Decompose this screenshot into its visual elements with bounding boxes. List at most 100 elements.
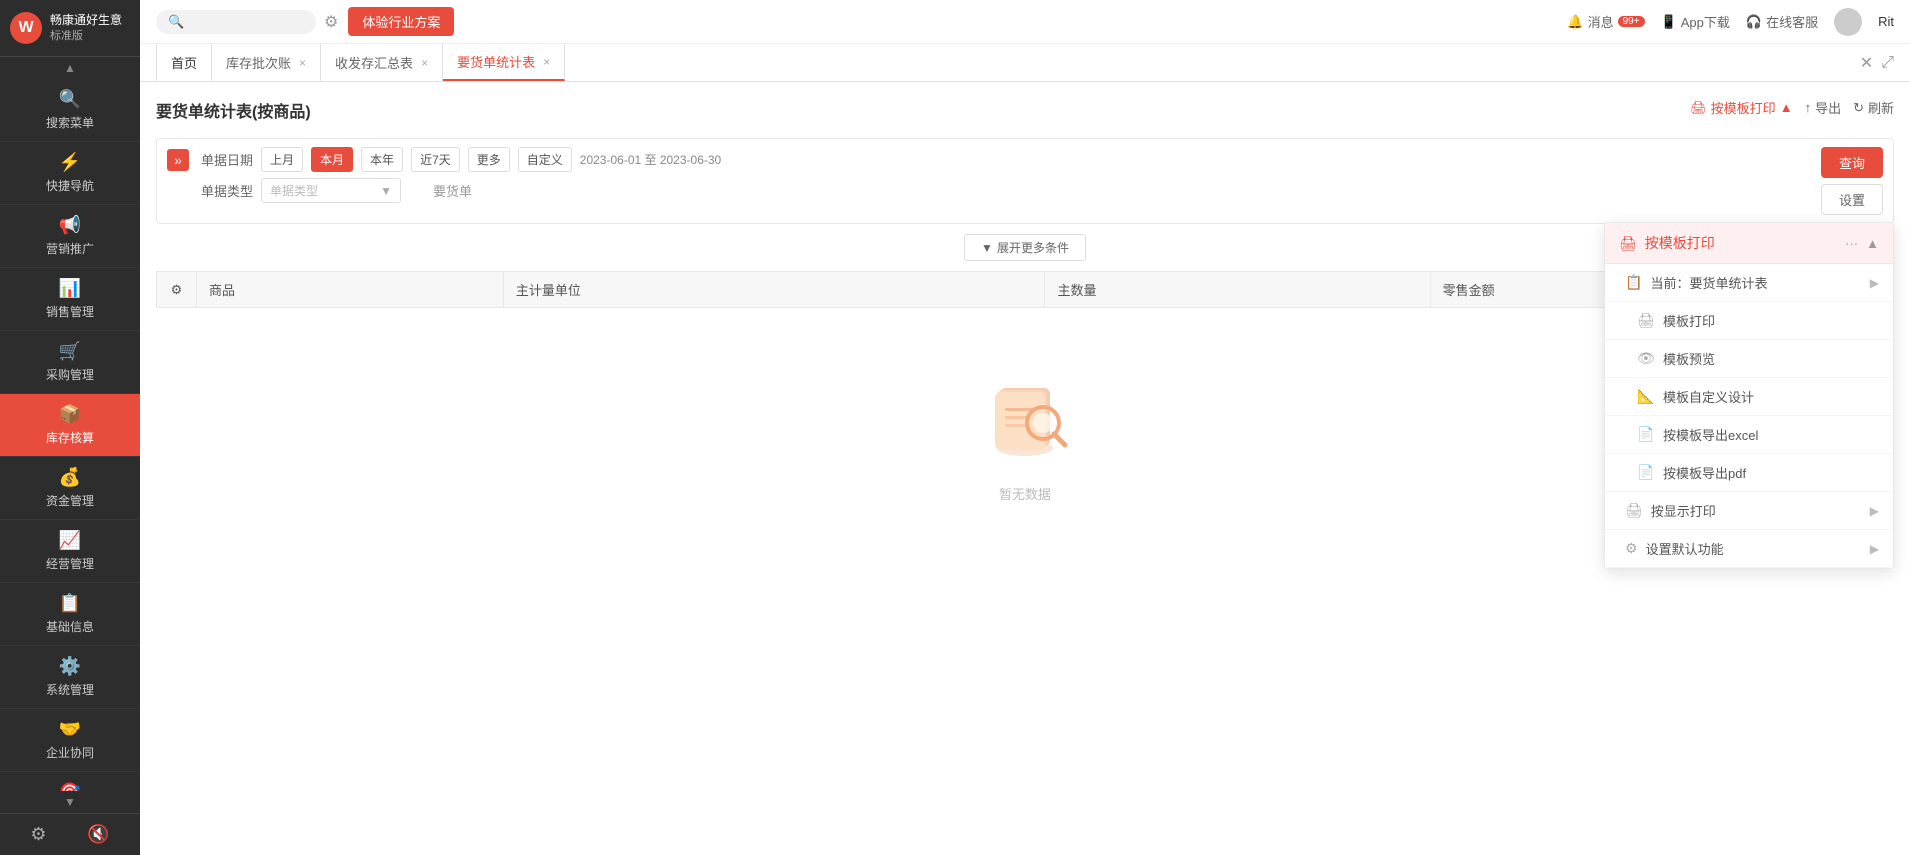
close-receivable-summary-icon[interactable]: × [421, 56, 428, 70]
sidebar-item-inventory[interactable]: 📦 库存核算 [0, 394, 140, 457]
refresh-btn[interactable]: ↻ 刷新 [1853, 98, 1894, 117]
close-inventory-batch-icon[interactable]: × [299, 56, 306, 70]
base-icon: 📋 [59, 593, 81, 614]
sidebar-item-label: 企业协同 [46, 744, 94, 761]
current-label: 当前：要货单统计表 [1650, 273, 1767, 292]
dropdown-current[interactable]: 📋 当前：要货单统计表 ▶ [1605, 264, 1893, 302]
print-btn-label: 按模板打印 [1711, 98, 1776, 117]
app-download-label: App下载 [1681, 12, 1730, 31]
empty-text: 暂无数据 [999, 484, 1051, 503]
dropdown-header[interactable]: 🖨 按模板打印 ··· ▲ [1605, 223, 1893, 264]
sidebar-scroll-up[interactable]: ▲ [0, 57, 140, 79]
phone-icon: 📱 [1661, 14, 1677, 30]
export-btn[interactable]: ↑ 导出 [1805, 98, 1842, 117]
collapse-icon[interactable]: ▲ [1866, 236, 1879, 251]
sidebar-item-finance[interactable]: 💰 资金管理 [0, 457, 140, 520]
template-preview-icon: 👁 [1637, 350, 1655, 367]
dropdown-display-print-left: 🖨 按显示打印 [1625, 501, 1716, 520]
page-title: 要货单统计表(按商品) [156, 98, 1894, 122]
collab-icon: 🤝 [59, 719, 81, 740]
tab-receivable-summary[interactable]: 收发存汇总表 × [321, 44, 443, 81]
headset-icon: 🎧 [1746, 14, 1762, 30]
topbar: 🔍 ⚙ 体验行业方案 🔔 消息 99+ 📱 App下载 🎧 在线客服 Rit [140, 0, 1910, 44]
dropdown-item-template-design[interactable]: 📐 模板自定义设计 [1605, 378, 1893, 416]
customer-service-label: 在线客服 [1766, 12, 1818, 31]
template-design-label: 模板自定义设计 [1663, 387, 1754, 406]
refresh-btn-label: 刷新 [1868, 98, 1894, 117]
filter-this-month[interactable]: 本月 [311, 147, 353, 172]
bell-icon: 🔔 [1567, 14, 1583, 30]
tab-home[interactable]: 首页 [156, 44, 212, 81]
user-name: Rit [1878, 14, 1894, 29]
display-print-icon: 🖨 [1625, 502, 1643, 519]
filter-this-year[interactable]: 本年 [361, 147, 403, 172]
main-content: 🔍 ⚙ 体验行业方案 🔔 消息 99+ 📱 App下载 🎧 在线客服 Rit [140, 0, 1910, 855]
default-func-icon: ⚙ [1625, 540, 1638, 557]
query-btn[interactable]: 查询 [1821, 147, 1883, 178]
date-filter-row: 单据日期 上月 本月 本年 近7天 更多 自定义 2023-06-01 至 20… [201, 147, 721, 172]
page-content: 要货单统计表(按商品) 🖨 按模板打印 ▲ ↑ 导出 ↻ 刷新 » 单据日期 [140, 82, 1910, 855]
sidebar-item-sales[interactable]: 📊 销售管理 [0, 268, 140, 331]
search-input[interactable] [184, 15, 304, 29]
user-avatar[interactable] [1834, 8, 1862, 36]
topbar-search-box[interactable]: 🔍 [156, 10, 316, 34]
system-icon: ⚙️ [59, 656, 81, 677]
display-print-arrow-icon: ▶ [1870, 504, 1879, 518]
close-tab-btn[interactable]: ✕ [1860, 53, 1873, 73]
receivable-summary-label: 收发存汇总表 [335, 53, 413, 72]
topbar-gear-icon[interactable]: ⚙ [324, 12, 338, 32]
export-btn-label: 导出 [1815, 98, 1841, 117]
quick-nav-icon: ⚡ [59, 152, 81, 173]
tab-requisition-stats[interactable]: 要货单统计表 × [443, 44, 565, 81]
expand-icon: ▼ [981, 241, 993, 255]
filter-7days[interactable]: 近7天 [411, 147, 460, 172]
sidebar-scroll-down[interactable]: ▼ [0, 791, 140, 813]
operation-icon: 📈 [59, 530, 81, 551]
sidebar-item-base[interactable]: 📋 基础信息 [0, 583, 140, 646]
sidebar-footer: ⚙ 🔇 [0, 813, 140, 855]
dropdown-default-func[interactable]: ⚙ 设置默认功能 ▶ [1605, 530, 1893, 568]
search-icon: 🔍 [168, 14, 184, 30]
sidebar-item-guide[interactable]: 🎯 新手引导 [0, 772, 140, 791]
sidebar-item-system[interactable]: ⚙️ 系统管理 [0, 646, 140, 709]
sidebar-item-search[interactable]: 🔍 搜索菜单 [0, 79, 140, 142]
dropdown-item-template-excel[interactable]: 📄 按模板导出excel [1605, 416, 1893, 454]
tab-actions: ✕ ⤢ [1860, 53, 1894, 73]
sidebar-item-quick-nav[interactable]: ⚡ 快捷导航 [0, 142, 140, 205]
print-header-icon: 🖨 [1619, 235, 1637, 252]
close-requisition-stats-icon[interactable]: × [543, 55, 550, 69]
dropdown-item-template-print[interactable]: 🖨 模板打印 [1605, 302, 1893, 340]
mute-icon[interactable]: 🔇 [87, 824, 109, 845]
trial-btn[interactable]: 体验行业方案 [348, 7, 454, 36]
sidebar: W 畅康通好生意 标准版 ▲ 🔍 搜索菜单 ⚡ 快捷导航 📢 营销推广 📊 销售… [0, 0, 140, 855]
settings-icon[interactable]: ⚙ [30, 824, 46, 845]
app-download-btn[interactable]: 📱 App下载 [1661, 12, 1730, 31]
filter-custom[interactable]: 自定义 [518, 147, 572, 172]
dropdown-display-print[interactable]: 🖨 按显示打印 ▶ [1605, 492, 1893, 530]
notifications-btn[interactable]: 🔔 消息 99+ [1567, 12, 1644, 31]
tab-inventory-batch[interactable]: 库存批次账 × [212, 44, 321, 81]
filter-last-month[interactable]: 上月 [261, 147, 303, 172]
filter-expand-btn[interactable]: » [167, 149, 189, 171]
col-settings[interactable]: ⚙ [157, 272, 197, 308]
dropdown-item-template-pdf[interactable]: 📄 按模板导出pdf [1605, 454, 1893, 492]
app-name-block: 畅康通好生意 标准版 [50, 12, 122, 44]
customer-service-btn[interactable]: 🎧 在线客服 [1746, 12, 1818, 31]
sidebar-item-operation[interactable]: 📈 经营管理 [0, 520, 140, 583]
export-icon: ↑ [1805, 100, 1812, 115]
requisition-stats-label: 要货单统计表 [457, 52, 535, 71]
maximize-tab-btn[interactable]: ⤢ [1881, 54, 1894, 72]
filter-more[interactable]: 更多 [468, 147, 510, 172]
sidebar-item-marketing[interactable]: 📢 营销推广 [0, 205, 140, 268]
sidebar-item-collab[interactable]: 🤝 企业协同 [0, 709, 140, 772]
order-type-select[interactable]: 单据类型 ▼ [261, 178, 401, 203]
expand-more-btn[interactable]: ▼ 展开更多条件 [964, 234, 1086, 261]
more-icon[interactable]: ··· [1845, 236, 1858, 251]
notifications-label: 消息 [1588, 12, 1614, 31]
inventory-batch-label: 库存批次账 [226, 53, 291, 72]
guide-icon: 🎯 [59, 782, 81, 791]
print-btn[interactable]: 🖨 按模板打印 ▲ [1690, 98, 1792, 117]
settings-btn[interactable]: 设置 [1821, 184, 1883, 215]
dropdown-item-template-preview[interactable]: 👁 模板预览 [1605, 340, 1893, 378]
sidebar-item-purchase[interactable]: 🛒 采购管理 [0, 331, 140, 394]
